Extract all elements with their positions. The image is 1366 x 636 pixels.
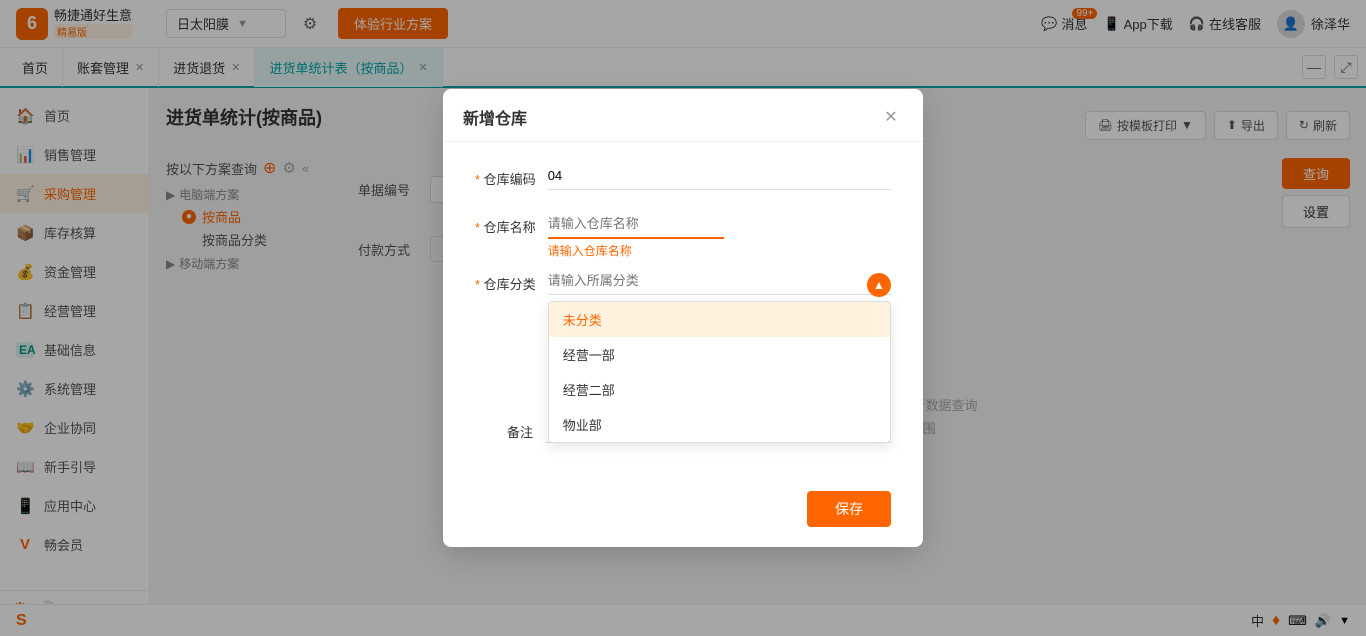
remark-label: 备注 xyxy=(475,415,545,441)
field-row-code: * 仓库编码 xyxy=(475,162,891,190)
field-row-name: * 仓库名称 请输入仓库名称 xyxy=(475,210,891,239)
dialog-header: 新增仓库 ✕ xyxy=(443,89,923,142)
dropdown-item-unclassified[interactable]: 未分类 xyxy=(549,302,890,337)
save-button[interactable]: 保存 xyxy=(807,491,891,527)
add-warehouse-dialog: 新增仓库 ✕ * 仓库编码 * 仓库名称 请输入仓库名称 xyxy=(443,89,923,547)
name-error-message: 请输入仓库名称 xyxy=(548,242,632,259)
dropdown-item-dept2[interactable]: 经营二部 xyxy=(549,372,890,407)
category-select-wrap: ▲ 未分类 经营一部 经营二部 物业部 xyxy=(548,267,891,295)
dialog-close-button[interactable]: ✕ xyxy=(879,105,903,129)
category-input[interactable] xyxy=(548,267,891,295)
name-input[interactable] xyxy=(548,210,724,239)
dropdown-item-property[interactable]: 物业部 xyxy=(549,407,890,442)
category-dropdown-toggle[interactable]: ▲ xyxy=(867,273,891,297)
dialog-title: 新增仓库 xyxy=(463,105,527,129)
dropdown-item-dept1[interactable]: 经营一部 xyxy=(549,337,890,372)
category-label: * 仓库分类 xyxy=(475,267,548,293)
code-input[interactable] xyxy=(548,162,891,190)
category-dropdown-list: 未分类 经营一部 经营二部 物业部 xyxy=(548,301,891,443)
dialog-body: * 仓库编码 * 仓库名称 请输入仓库名称 * 仓库分类 xyxy=(443,142,923,483)
name-label: * 仓库名称 xyxy=(475,210,548,236)
field-row-category: * 仓库分类 ▲ 未分类 经营一部 经营二部 xyxy=(475,267,891,295)
code-label: * 仓库编码 xyxy=(475,162,548,188)
dialog-footer: 保存 xyxy=(443,483,923,547)
modal-overlay: 新增仓库 ✕ * 仓库编码 * 仓库名称 请输入仓库名称 xyxy=(0,0,1366,636)
